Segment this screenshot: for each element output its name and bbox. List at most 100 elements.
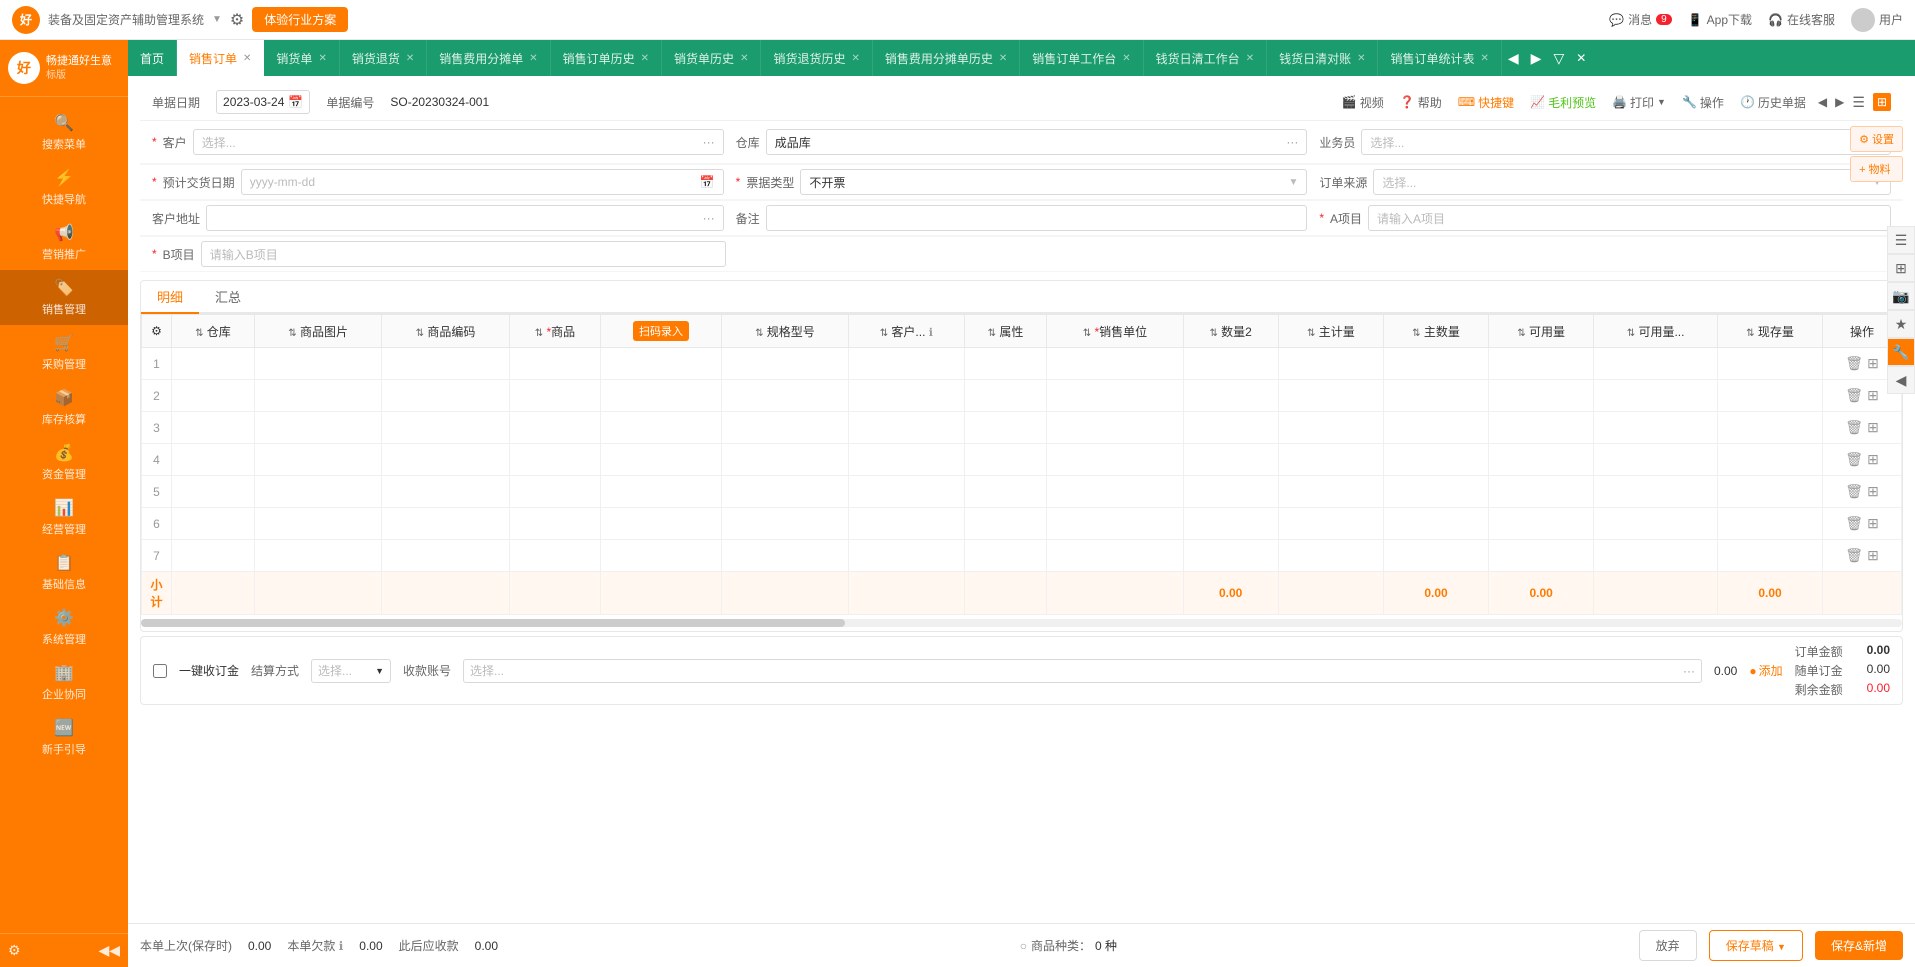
row-qty2-7[interactable] — [1183, 540, 1278, 572]
row-qty2-6[interactable] — [1183, 508, 1278, 540]
row-main-qty-2[interactable] — [1383, 380, 1488, 412]
sidebar-item-inventory[interactable]: 📦 库存核算 — [0, 380, 128, 435]
tab-next-btn[interactable]: ▶ — [1525, 50, 1548, 67]
row-product-code-6[interactable] — [382, 508, 509, 540]
row-customer-code-5[interactable] — [849, 476, 964, 508]
sidebar-item-system[interactable]: ⚙️ 系统管理 — [0, 600, 128, 655]
row-qty2-3[interactable] — [1183, 412, 1278, 444]
tab-prev-btn[interactable]: ◀ — [1502, 50, 1525, 67]
row-available-5[interactable] — [1489, 476, 1594, 508]
side-btn-5[interactable]: 🔧 — [1887, 338, 1915, 366]
delete-icon-4[interactable]: 🗑 — [1845, 451, 1863, 468]
tab-sales-fee-split-close[interactable]: ✕ — [529, 53, 537, 64]
row-main-qty-1[interactable] — [1383, 348, 1488, 380]
row-sales-unit-6[interactable] — [1047, 508, 1183, 540]
row-product-image-5[interactable] — [254, 476, 381, 508]
row-sales-unit-4[interactable] — [1047, 444, 1183, 476]
row-customer-code-1[interactable] — [849, 348, 964, 380]
row-attributes-5[interactable] — [964, 476, 1047, 508]
delete-icon-1[interactable]: 🗑 — [1845, 355, 1863, 372]
profit-action[interactable]: 📈 毛利预览 — [1526, 92, 1600, 113]
row-attributes-2[interactable] — [964, 380, 1047, 412]
tab-sales-order-workbench[interactable]: 销售订单工作台 ✕ — [1020, 40, 1143, 76]
sidebar-item-search[interactable]: 🔍 搜索菜单 — [0, 105, 128, 160]
project-b-input[interactable]: 请输入B项目 — [201, 241, 726, 267]
industry-button[interactable]: 体验行业方案 — [252, 7, 348, 32]
row-product-image-7[interactable] — [254, 540, 381, 572]
row-scan-6[interactable] — [601, 508, 721, 540]
tab-sales-fee-history-close[interactable]: ✕ — [999, 53, 1007, 64]
sort-icon-product-image[interactable]: ⇅ — [288, 328, 296, 339]
row-product-image-4[interactable] — [254, 444, 381, 476]
copy-icon-2[interactable]: ⊞ — [1867, 387, 1879, 404]
sidebar-item-basic-info[interactable]: 📋 基础信息 — [0, 545, 128, 600]
salesperson-input[interactable]: 选择... ··· — [1361, 129, 1891, 155]
tab-sales-refund[interactable]: 销货退货 ✕ — [340, 40, 427, 76]
sort-icon-spec[interactable]: ⇅ — [755, 328, 763, 339]
copy-icon-6[interactable]: ⊞ — [1867, 515, 1879, 532]
row-available2-4[interactable] — [1594, 444, 1718, 476]
sort-icon-warehouse[interactable]: ⇅ — [195, 328, 203, 339]
sidebar-item-purchase[interactable]: 🛒 采购管理 — [0, 325, 128, 380]
row-scan-1[interactable] — [601, 348, 721, 380]
row-main-qty-6[interactable] — [1383, 508, 1488, 540]
sort-icon-main-qty[interactable]: ⇅ — [1412, 328, 1420, 339]
row-available-6[interactable] — [1489, 508, 1594, 540]
deposit-checkbox[interactable] — [153, 664, 167, 678]
side-btn-3[interactable]: 📷 — [1887, 282, 1915, 310]
customer-address-input[interactable]: ··· — [206, 205, 724, 231]
warehouse-input[interactable]: 成品库 ··· — [766, 129, 1308, 155]
tab-more-btn[interactable]: ▽ — [1547, 50, 1570, 67]
row-qty2-1[interactable] — [1183, 348, 1278, 380]
tab-credit-clear-workbench[interactable]: 钱货日清工作台 ✕ — [1144, 40, 1267, 76]
table-scrollbar[interactable] — [141, 619, 1902, 627]
sidebar-item-enterprise[interactable]: 🏢 企业协同 — [0, 655, 128, 710]
nav-prev-icon[interactable]: ◀ — [1818, 95, 1827, 109]
row-warehouse-3[interactable] — [172, 412, 255, 444]
tab-sales-fee-split[interactable]: 销售费用分摊单 ✕ — [427, 40, 550, 76]
tab-sales-returns-history[interactable]: 销货单历史 ✕ — [662, 40, 761, 76]
tab-close-all-btn[interactable]: ✕ — [1570, 51, 1592, 65]
tab-sales-order-history[interactable]: 销售订单历史 ✕ — [551, 40, 662, 76]
sidebar-item-finance[interactable]: 💰 资金管理 — [0, 435, 128, 490]
row-product-1[interactable] — [509, 348, 601, 380]
row-warehouse-4[interactable] — [172, 444, 255, 476]
row-product-image-2[interactable] — [254, 380, 381, 412]
row-qty2-5[interactable] — [1183, 476, 1278, 508]
payment-method-select[interactable]: 选择... ▼ — [311, 659, 391, 683]
row-available2-5[interactable] — [1594, 476, 1718, 508]
sidebar-item-sales[interactable]: 🏷️ 销售管理 — [0, 270, 128, 325]
tab-sales-order[interactable]: 销售订单 ✕ — [177, 40, 264, 76]
settings-button[interactable]: ⚙ 设置 — [1850, 126, 1903, 152]
tab-sales-order-workbench-close[interactable]: ✕ — [1122, 53, 1130, 64]
row-customer-code-2[interactable] — [849, 380, 964, 412]
copy-icon-1[interactable]: ⊞ — [1867, 355, 1879, 372]
delete-icon-5[interactable]: 🗑 — [1845, 483, 1863, 500]
row-current-stock-1[interactable] — [1717, 348, 1822, 380]
row-available-3[interactable] — [1489, 412, 1594, 444]
tab-credit-clear-account[interactable]: 钱货日清对账 ✕ — [1267, 40, 1378, 76]
delete-icon-7[interactable]: 🗑 — [1845, 547, 1863, 564]
row-current-stock-4[interactable] — [1717, 444, 1822, 476]
sidebar-item-guide[interactable]: 🆕 新手引导 — [0, 710, 128, 765]
sort-icon-customer-code[interactable]: ⇅ — [880, 328, 888, 339]
row-main-unit-2[interactable] — [1278, 380, 1383, 412]
tab-sales-order-stats[interactable]: 销售订单统计表 ✕ — [1378, 40, 1501, 76]
row-warehouse-1[interactable] — [172, 348, 255, 380]
row-product-code-4[interactable] — [382, 444, 509, 476]
row-main-unit-4[interactable] — [1278, 444, 1383, 476]
row-product-7[interactable] — [509, 540, 601, 572]
sidebar-settings-icon[interactable]: ⚙ — [8, 942, 21, 959]
row-attributes-3[interactable] — [964, 412, 1047, 444]
tab-sales-refund-history[interactable]: 销货退货历史 ✕ — [761, 40, 872, 76]
sidebar-item-quick-nav[interactable]: ⚡ 快捷导航 — [0, 160, 128, 215]
row-customer-code-4[interactable] — [849, 444, 964, 476]
row-available2-6[interactable] — [1594, 508, 1718, 540]
tab-sales-order-history-close[interactable]: ✕ — [641, 53, 649, 64]
row-spec-4[interactable] — [721, 444, 848, 476]
row-main-qty-7[interactable] — [1383, 540, 1488, 572]
row-customer-code-6[interactable] — [849, 508, 964, 540]
view-action[interactable]: 🎬 视频 — [1338, 92, 1388, 113]
row-main-qty-4[interactable] — [1383, 444, 1488, 476]
row-product-4[interactable] — [509, 444, 601, 476]
